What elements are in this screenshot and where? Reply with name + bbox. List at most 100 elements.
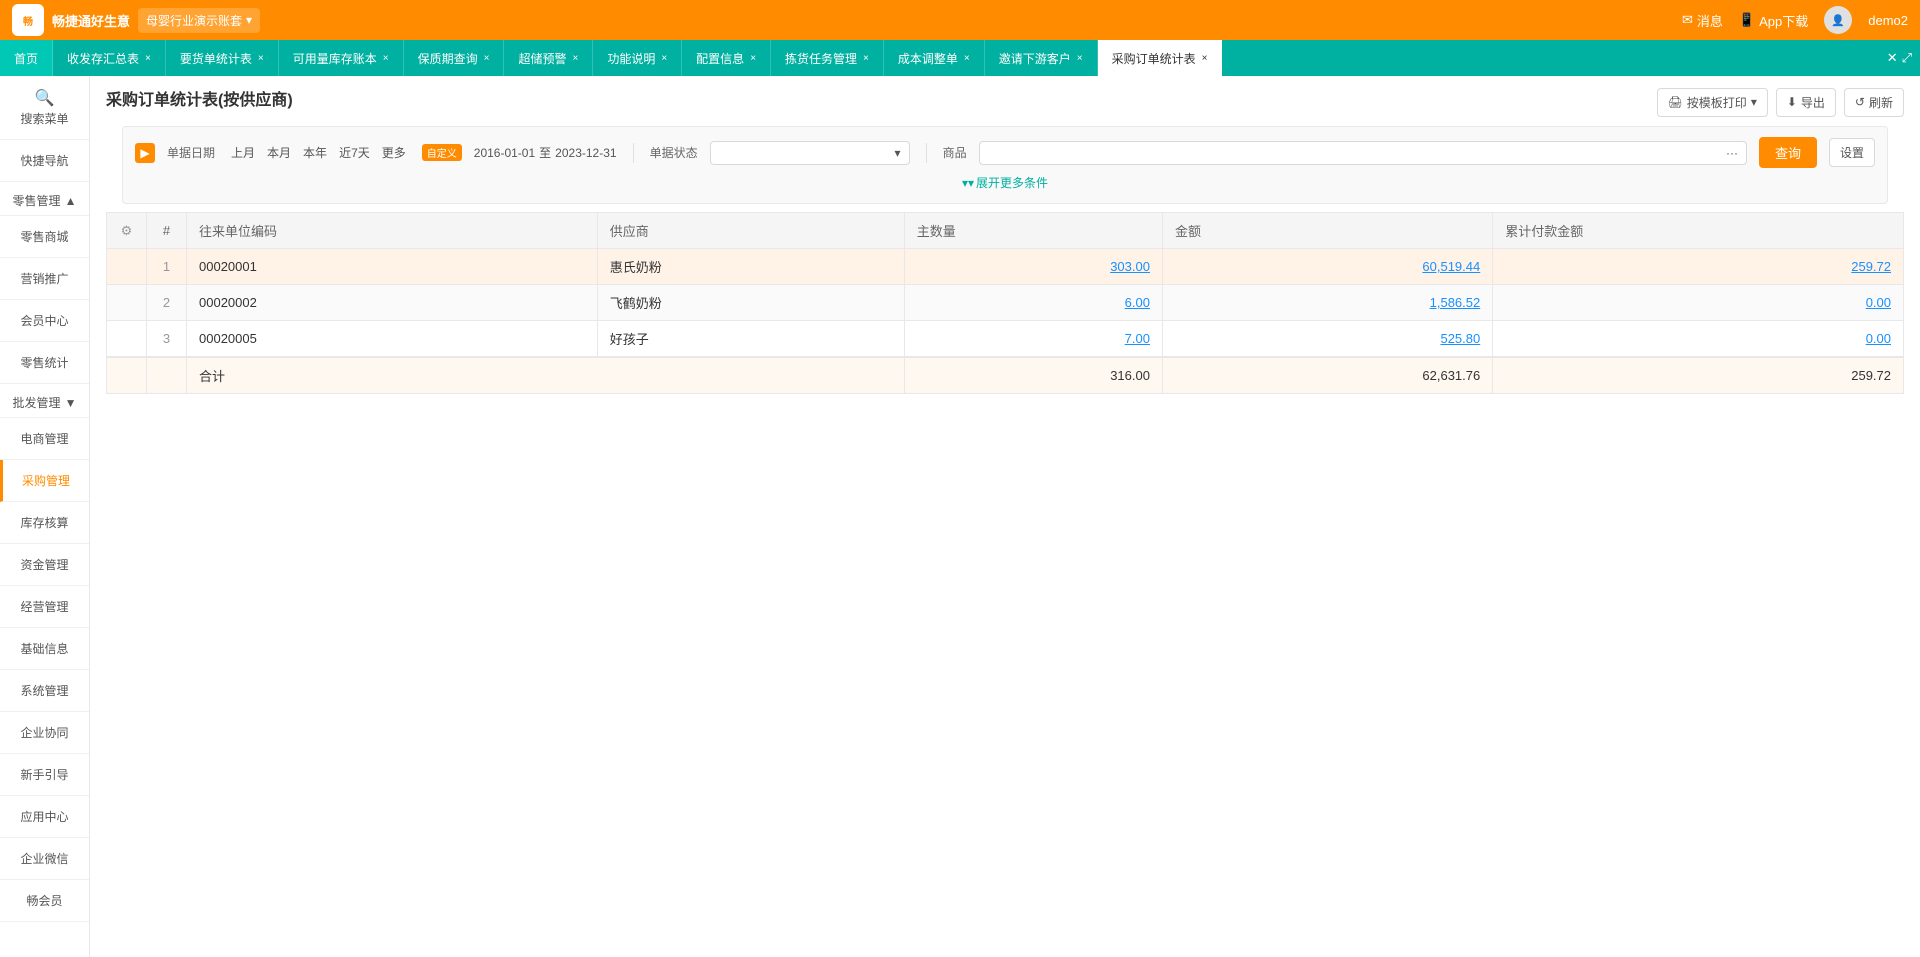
- app-download-btn[interactable]: 📱 App下载: [1739, 11, 1808, 30]
- sidebar-item-retail[interactable]: 零售管理 ▲: [0, 182, 89, 216]
- print-dropdown-icon: ▾: [1751, 95, 1757, 109]
- table-body: 1 00020001 惠氏奶粉 303.00 60,519.44 259.72 …: [107, 249, 1904, 358]
- close-all-icon[interactable]: ✕: [1887, 50, 1898, 66]
- sidebar-item-purchase[interactable]: 采购管理: [0, 460, 89, 502]
- sidebar-item-new-guide[interactable]: 新手引导: [0, 754, 89, 796]
- date-to[interactable]: 2023-12-31: [555, 146, 616, 160]
- sidebar-item-ecommerce[interactable]: 电商管理: [0, 418, 89, 460]
- tab-purchase-stats-close[interactable]: ×: [1202, 53, 1208, 64]
- tab-overstock-alert-label: 超储预警: [518, 50, 566, 67]
- goods-input[interactable]: ···: [979, 141, 1747, 165]
- shortcut-this-year[interactable]: 本年: [299, 143, 331, 162]
- cell-paid-3[interactable]: 0.00: [1493, 321, 1904, 358]
- quick-nav-label: 快捷导航: [0, 152, 89, 169]
- export-button[interactable]: ⬇ 导出: [1776, 88, 1836, 117]
- tab-config-info-close[interactable]: ×: [750, 53, 756, 64]
- messages-btn[interactable]: ✉ 消息: [1682, 11, 1723, 30]
- goods-label: 商品: [943, 144, 967, 161]
- sidebar-item-app-center[interactable]: 应用中心: [0, 796, 89, 838]
- sidebar-item-finance[interactable]: 资金管理: [0, 544, 89, 586]
- tab-invite-downstream-close[interactable]: ×: [1077, 53, 1083, 64]
- cell-amount-3[interactable]: 525.80: [1162, 321, 1492, 358]
- col-settings-icon[interactable]: ⚙: [121, 223, 133, 238]
- settings-button[interactable]: 设置: [1829, 138, 1875, 167]
- sidebar-item-basic-info[interactable]: 基础信息: [0, 628, 89, 670]
- tab-config-info[interactable]: 配置信息 ×: [682, 40, 771, 76]
- status-select[interactable]: ▾: [710, 141, 910, 165]
- shortcut-more[interactable]: 更多: [378, 143, 410, 162]
- cell-quantity-2[interactable]: 6.00: [904, 285, 1162, 321]
- maximize-icon[interactable]: ⤢: [1902, 50, 1912, 66]
- date-range-separator: 至: [539, 144, 551, 161]
- cell-supplier-1: 惠氏奶粉: [597, 249, 904, 285]
- sidebar-item-search[interactable]: 🔍 搜索菜单: [0, 76, 89, 140]
- refresh-button[interactable]: ↺ 刷新: [1844, 88, 1904, 117]
- new-guide-label: 新手引导: [0, 766, 89, 783]
- tab-purchase-stats[interactable]: 采购订单统计表 ×: [1098, 40, 1223, 76]
- table-row: 3 00020005 好孩子 7.00 525.80 0.00: [107, 321, 1904, 358]
- col-rownum: #: [147, 213, 187, 249]
- tab-available-stock-close[interactable]: ×: [383, 53, 389, 64]
- sidebar-item-operations[interactable]: 经营管理: [0, 586, 89, 628]
- sidebar-item-member[interactable]: 会员中心: [0, 300, 89, 342]
- col-quantity: 主数量: [904, 213, 1162, 249]
- cell-paid-2[interactable]: 0.00: [1493, 285, 1904, 321]
- tab-overstock-alert[interactable]: 超储预警 ×: [504, 40, 593, 76]
- page-title: 采购订单统计表(按供应商): [106, 86, 293, 110]
- tab-expiry-query[interactable]: 保质期查询 ×: [404, 40, 505, 76]
- tab-invite-downstream[interactable]: 邀请下游客户 ×: [985, 40, 1098, 76]
- cell-supplier-3: 好孩子: [597, 321, 904, 358]
- tab-function-desc-close[interactable]: ×: [661, 53, 667, 64]
- cell-paid-1[interactable]: 259.72: [1493, 249, 1904, 285]
- username[interactable]: demo2: [1868, 13, 1908, 28]
- date-from[interactable]: 2016-01-01: [474, 146, 535, 160]
- tab-function-desc[interactable]: 功能说明 ×: [593, 40, 682, 76]
- user-avatar[interactable]: 👤: [1824, 6, 1852, 34]
- table-header-row: ⚙ # 往来单位编码 供应商 主数量 金额 累计付款金额: [107, 213, 1904, 249]
- tab-cost-adjust-close[interactable]: ×: [964, 53, 970, 64]
- tab-goods-stats-close[interactable]: ×: [258, 53, 264, 64]
- toggle-filter-btn[interactable]: ▶: [135, 143, 155, 163]
- cell-quantity-3[interactable]: 7.00: [904, 321, 1162, 358]
- shortcut-this-month[interactable]: 本月: [263, 143, 295, 162]
- sidebar-item-vip-member[interactable]: 畅会员: [0, 880, 89, 922]
- sidebar-item-system[interactable]: 系统管理: [0, 670, 89, 712]
- sidebar-item-inventory[interactable]: 库存核算: [0, 502, 89, 544]
- app-logo: 畅: [12, 4, 44, 36]
- tab-expiry-query-close[interactable]: ×: [484, 53, 490, 64]
- tab-overstock-alert-close[interactable]: ×: [572, 53, 578, 64]
- cell-amount-1[interactable]: 60,519.44: [1162, 249, 1492, 285]
- expand-conditions-btn[interactable]: ▾▾ 展开更多条件: [962, 174, 1048, 191]
- cell-quantity-1[interactable]: 303.00: [904, 249, 1162, 285]
- tab-expiry-query-label: 保质期查询: [418, 50, 478, 67]
- tab-goods-stats[interactable]: 要货单统计表 ×: [166, 40, 279, 76]
- cell-supplier-2: 飞鹤奶粉: [597, 285, 904, 321]
- sidebar-item-quick-nav[interactable]: 快捷导航: [0, 140, 89, 182]
- tab-receive-summary-close[interactable]: ×: [145, 53, 151, 64]
- shortcut-7days[interactable]: 近7天: [335, 143, 374, 162]
- chevron-down-icon: ▾: [246, 13, 252, 27]
- finance-label: 资金管理: [0, 556, 89, 573]
- tab-home[interactable]: 首页: [0, 40, 53, 76]
- sidebar-item-enterprise-collab[interactable]: 企业协同: [0, 712, 89, 754]
- query-button[interactable]: 查询: [1759, 137, 1817, 168]
- company-selector[interactable]: 母婴行业演示账套 ▾: [138, 8, 260, 33]
- expand-row: ▾▾ 展开更多条件: [135, 168, 1875, 193]
- tab-cost-adjust[interactable]: 成本调整单 ×: [884, 40, 985, 76]
- tab-picking-task-close[interactable]: ×: [863, 53, 869, 64]
- sidebar-item-marketing[interactable]: 营销推广: [0, 258, 89, 300]
- tab-available-stock[interactable]: 可用量库存账本 ×: [279, 40, 404, 76]
- cell-amount-2[interactable]: 1,586.52: [1162, 285, 1492, 321]
- shortcut-last-month[interactable]: 上月: [227, 143, 259, 162]
- sidebar-item-enterprise-wechat[interactable]: 企业微信: [0, 838, 89, 880]
- print-button[interactable]: 🖨 按模板打印 ▾: [1657, 88, 1768, 117]
- sidebar-item-batch[interactable]: 批发管理 ▼: [0, 384, 89, 418]
- top-bar: 畅 畅捷通好生意 母婴行业演示账套 ▾ ✉ 消息 📱 App下载 👤 demo2: [0, 0, 1920, 40]
- tab-receive-summary[interactable]: 收发存汇总表 ×: [53, 40, 166, 76]
- sidebar-item-retail-stats[interactable]: 零售统计: [0, 342, 89, 384]
- sidebar-item-retail-shop[interactable]: 零售商城: [0, 216, 89, 258]
- retail-label: 零售管理: [13, 192, 61, 209]
- table-header: ⚙ # 往来单位编码 供应商 主数量 金额 累计付款金额: [107, 213, 1904, 249]
- tab-picking-task[interactable]: 拣货任务管理 ×: [771, 40, 884, 76]
- header-actions: 🖨 按模板打印 ▾ ⬇ 导出 ↺ 刷新: [1657, 88, 1904, 117]
